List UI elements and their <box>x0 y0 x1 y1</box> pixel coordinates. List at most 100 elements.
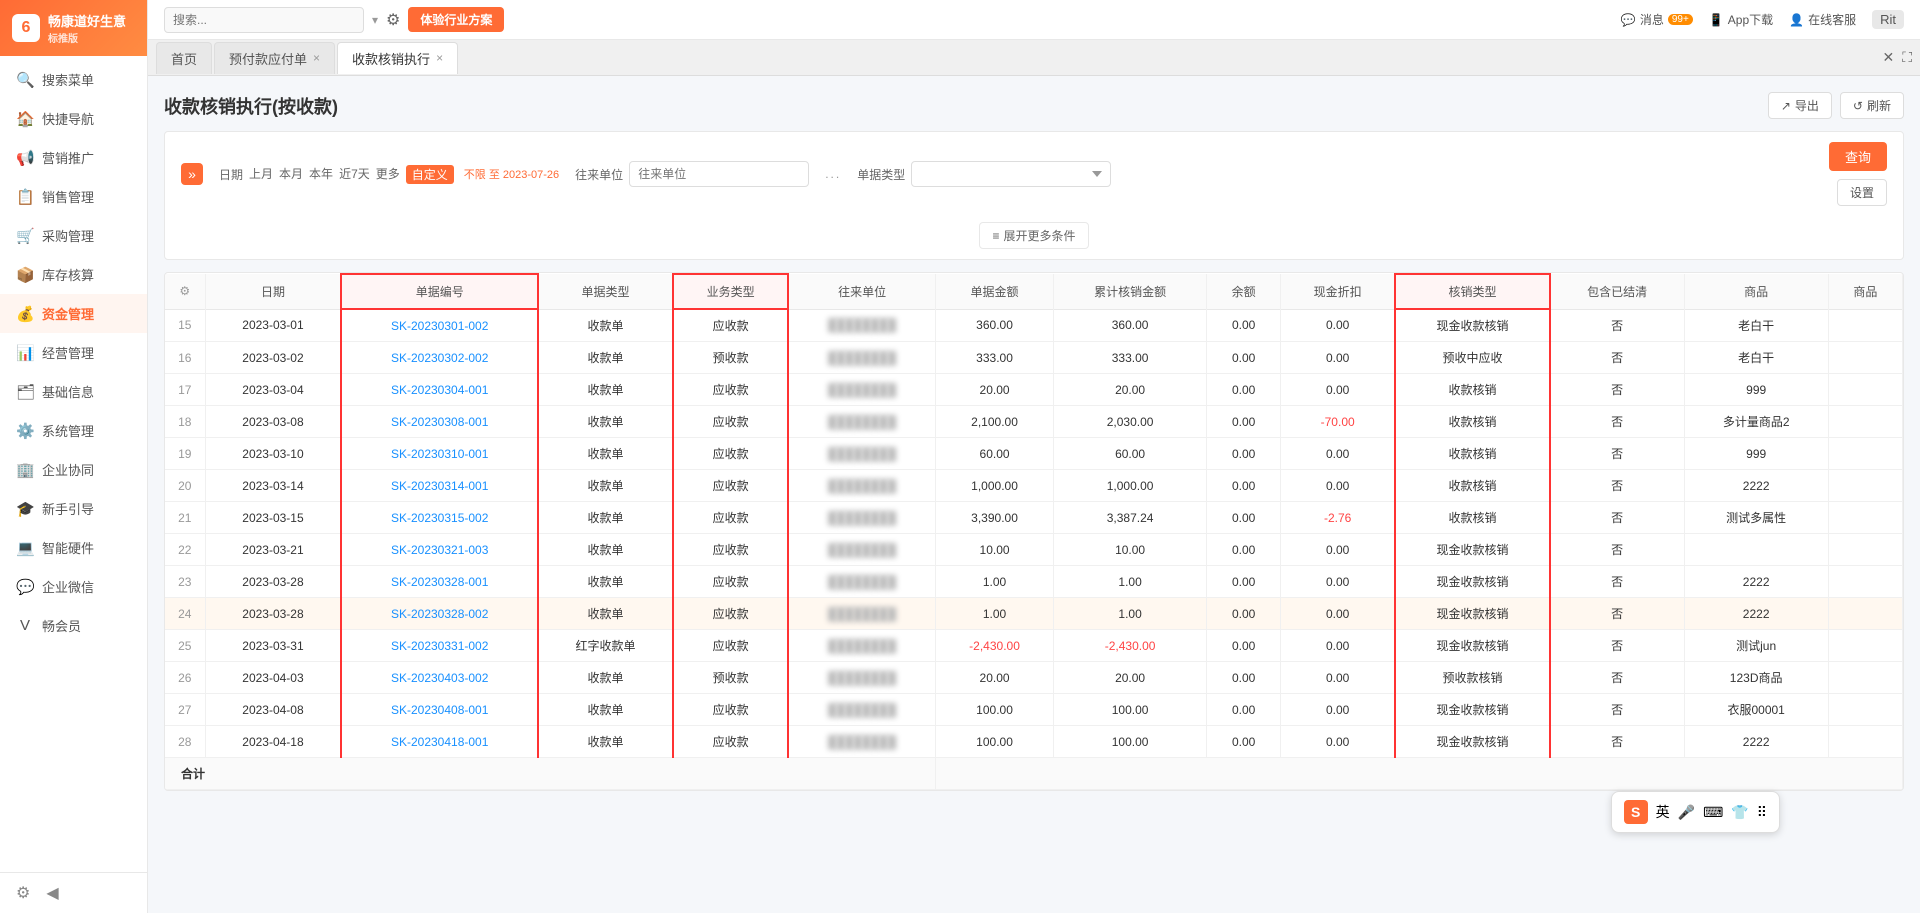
sidebar-item-inventory[interactable]: 📦库存核算 <box>0 255 147 294</box>
docno-link-7[interactable]: SK-20230321-003 <box>391 543 488 557</box>
filter-settings-btn[interactable]: 设置 <box>1837 179 1887 206</box>
brand-grid-icon[interactable]: ⠿ <box>1757 804 1767 821</box>
tab-prepay[interactable]: 预付款应付单 × <box>214 42 335 74</box>
cell-partner-5: ████████ <box>788 470 935 502</box>
sidebar-item-business[interactable]: 📊经营管理 <box>0 333 147 372</box>
cell-docno-6: SK-20230315-002 <box>341 502 538 534</box>
cell-verifytype-5: 收款核销 <box>1395 470 1550 502</box>
filter-date-this-month[interactable]: 本月 <box>279 165 303 184</box>
sidebar-item-finance[interactable]: 💰资金管理 <box>0 294 147 333</box>
docno-link-13[interactable]: SK-20230418-001 <box>391 735 488 749</box>
tab-prepay-label: 预付款应付单 <box>229 49 307 68</box>
filter-partner-input[interactable] <box>629 161 809 187</box>
sidebar-item-quick-nav[interactable]: 🏠快捷导航 <box>0 99 147 138</box>
tab-collection[interactable]: 收款核销执行 × <box>337 42 458 74</box>
cell-goods2-9 <box>1828 598 1902 630</box>
sidebar-item-sales[interactable]: 📋销售管理 <box>0 177 147 216</box>
filter-date-prev-month[interactable]: 上月 <box>249 165 273 184</box>
docno-link-4[interactable]: SK-20230310-001 <box>391 447 488 461</box>
cell-biztype-11: 预收款 <box>673 662 788 694</box>
cell-verifytype-8: 现金收款核销 <box>1395 566 1550 598</box>
cell-verified-1: 333.00 <box>1054 342 1207 374</box>
table-row: 17 2023-03-04 SK-20230304-001 收款单 应收款 ██… <box>165 374 1903 406</box>
collapse-icon[interactable]: ◀ <box>46 883 58 903</box>
filter-date-this-year[interactable]: 本年 <box>309 165 333 184</box>
sidebar-item-system[interactable]: ⚙️系统管理 <box>0 411 147 450</box>
brand-mic-icon[interactable]: 🎤 <box>1678 804 1695 821</box>
sidebar-item-marketing[interactable]: 📢营销推广 <box>0 138 147 177</box>
filter-doctype-select[interactable]: 收款单 红字收款单 <box>911 161 1111 187</box>
header-gear-icon[interactable]: ⚙ <box>386 10 400 30</box>
cell-rownum-2: 17 <box>165 374 205 406</box>
messages-item[interactable]: 💬 消息 99+ <box>1621 11 1693 28</box>
tab-home[interactable]: 首页 <box>156 42 212 74</box>
cell-discount-11: 0.00 <box>1281 662 1395 694</box>
filter-date-7days[interactable]: 近7天 <box>339 165 370 184</box>
sidebar-item-hardware[interactable]: 💻智能硬件 <box>0 528 147 567</box>
docno-link-12[interactable]: SK-20230408-001 <box>391 703 488 717</box>
docno-link-0[interactable]: SK-20230301-002 <box>391 319 488 333</box>
brand-shirt-icon[interactable]: 👕 <box>1731 804 1748 821</box>
user-avatar[interactable]: Rit <box>1872 10 1904 29</box>
export-btn[interactable]: ↗ 导出 <box>1768 92 1832 119</box>
sidebar-item-member[interactable]: V畅会员 <box>0 606 147 645</box>
header-right: 💬 消息 99+ 📱 App下载 👤 在线客服 Rit <box>1621 10 1904 29</box>
cell-verifytype-1: 预收中应收 <box>1395 342 1550 374</box>
query-btn[interactable]: 查询 <box>1829 142 1887 171</box>
sidebar-item-purchase[interactable]: 🛒采购管理 <box>0 216 147 255</box>
cell-goods2-12 <box>1828 694 1902 726</box>
tab-close-icon[interactable]: ✕ <box>1882 49 1894 66</box>
sidebar-item-wechat[interactable]: 💬企业微信 <box>0 567 147 606</box>
cell-partner-13: ████████ <box>788 726 935 758</box>
header-search-input[interactable] <box>164 7 364 33</box>
sidebar-item-label-search: 搜索菜单 <box>42 70 94 89</box>
filter-date-more[interactable]: 更多 <box>376 165 400 184</box>
docno-link-3[interactable]: SK-20230308-001 <box>391 415 488 429</box>
cell-date-9: 2023-03-28 <box>205 598 341 630</box>
cell-partner-9: ████████ <box>788 598 935 630</box>
basic-icon: 🗂 <box>16 383 34 401</box>
page-actions: ↗ 导出 ↺ 刷新 <box>1768 92 1904 119</box>
docno-link-2[interactable]: SK-20230304-001 <box>391 383 488 397</box>
cell-balance-5: 0.00 <box>1207 470 1281 502</box>
settings-icon[interactable]: ⚙ <box>16 883 30 903</box>
cell-goods1-2: 999 <box>1684 374 1828 406</box>
docno-link-5[interactable]: SK-20230314-001 <box>391 479 488 493</box>
tab-prepay-close[interactable]: × <box>313 51 320 65</box>
cell-date-3: 2023-03-08 <box>205 406 341 438</box>
docno-link-11[interactable]: SK-20230403-002 <box>391 671 488 685</box>
docno-link-10[interactable]: SK-20230331-002 <box>391 639 488 653</box>
cell-amount-7: 10.00 <box>936 534 1054 566</box>
tab-collection-close[interactable]: × <box>436 51 443 65</box>
docno-link-8[interactable]: SK-20230328-001 <box>391 575 488 589</box>
cell-verified-8: 1.00 <box>1054 566 1207 598</box>
filter-toggle-btn[interactable]: » <box>181 163 203 185</box>
filter-date-custom[interactable]: 自定义 <box>406 165 454 184</box>
cell-rownum-5: 20 <box>165 470 205 502</box>
tab-maximize-icon[interactable]: ⛶ <box>1902 49 1912 66</box>
expand-conditions-btn[interactable]: ≡ 展开更多条件 <box>979 222 1088 249</box>
docno-link-1[interactable]: SK-20230302-002 <box>391 351 488 365</box>
industry-btn[interactable]: 体验行业方案 <box>408 7 504 32</box>
col-balance-header: 余额 <box>1207 274 1281 309</box>
cell-docno-8: SK-20230328-001 <box>341 566 538 598</box>
col-settings-header[interactable]: ⚙ <box>165 274 205 309</box>
cell-balance-2: 0.00 <box>1207 374 1281 406</box>
sidebar-item-basic[interactable]: 🗂基础信息 <box>0 372 147 411</box>
app-download-item[interactable]: 📱 App下载 <box>1709 11 1773 28</box>
sidebar-item-search[interactable]: 🔍搜索菜单 <box>0 60 147 99</box>
sidebar-item-corp[interactable]: 🏢企业协同 <box>0 450 147 489</box>
table-row: 18 2023-03-08 SK-20230308-001 收款单 应收款 ██… <box>165 406 1903 438</box>
cell-verified-12: 100.00 <box>1054 694 1207 726</box>
cell-amount-6: 3,390.00 <box>936 502 1054 534</box>
online-service-item[interactable]: 👤 在线客服 <box>1789 11 1856 28</box>
docno-link-6[interactable]: SK-20230315-002 <box>391 511 488 525</box>
col-biztype-header: 业务类型 <box>673 274 788 309</box>
refresh-btn[interactable]: ↺ 刷新 <box>1840 92 1904 119</box>
sidebar-item-guide[interactable]: 🎓新手引导 <box>0 489 147 528</box>
cell-verifytype-7: 现金收款核销 <box>1395 534 1550 566</box>
cell-balance-9: 0.00 <box>1207 598 1281 630</box>
docno-link-9[interactable]: SK-20230328-002 <box>391 607 488 621</box>
sidebar-item-label-system: 系统管理 <box>42 421 94 440</box>
brand-keyboard-icon[interactable]: ⌨ <box>1703 804 1723 821</box>
